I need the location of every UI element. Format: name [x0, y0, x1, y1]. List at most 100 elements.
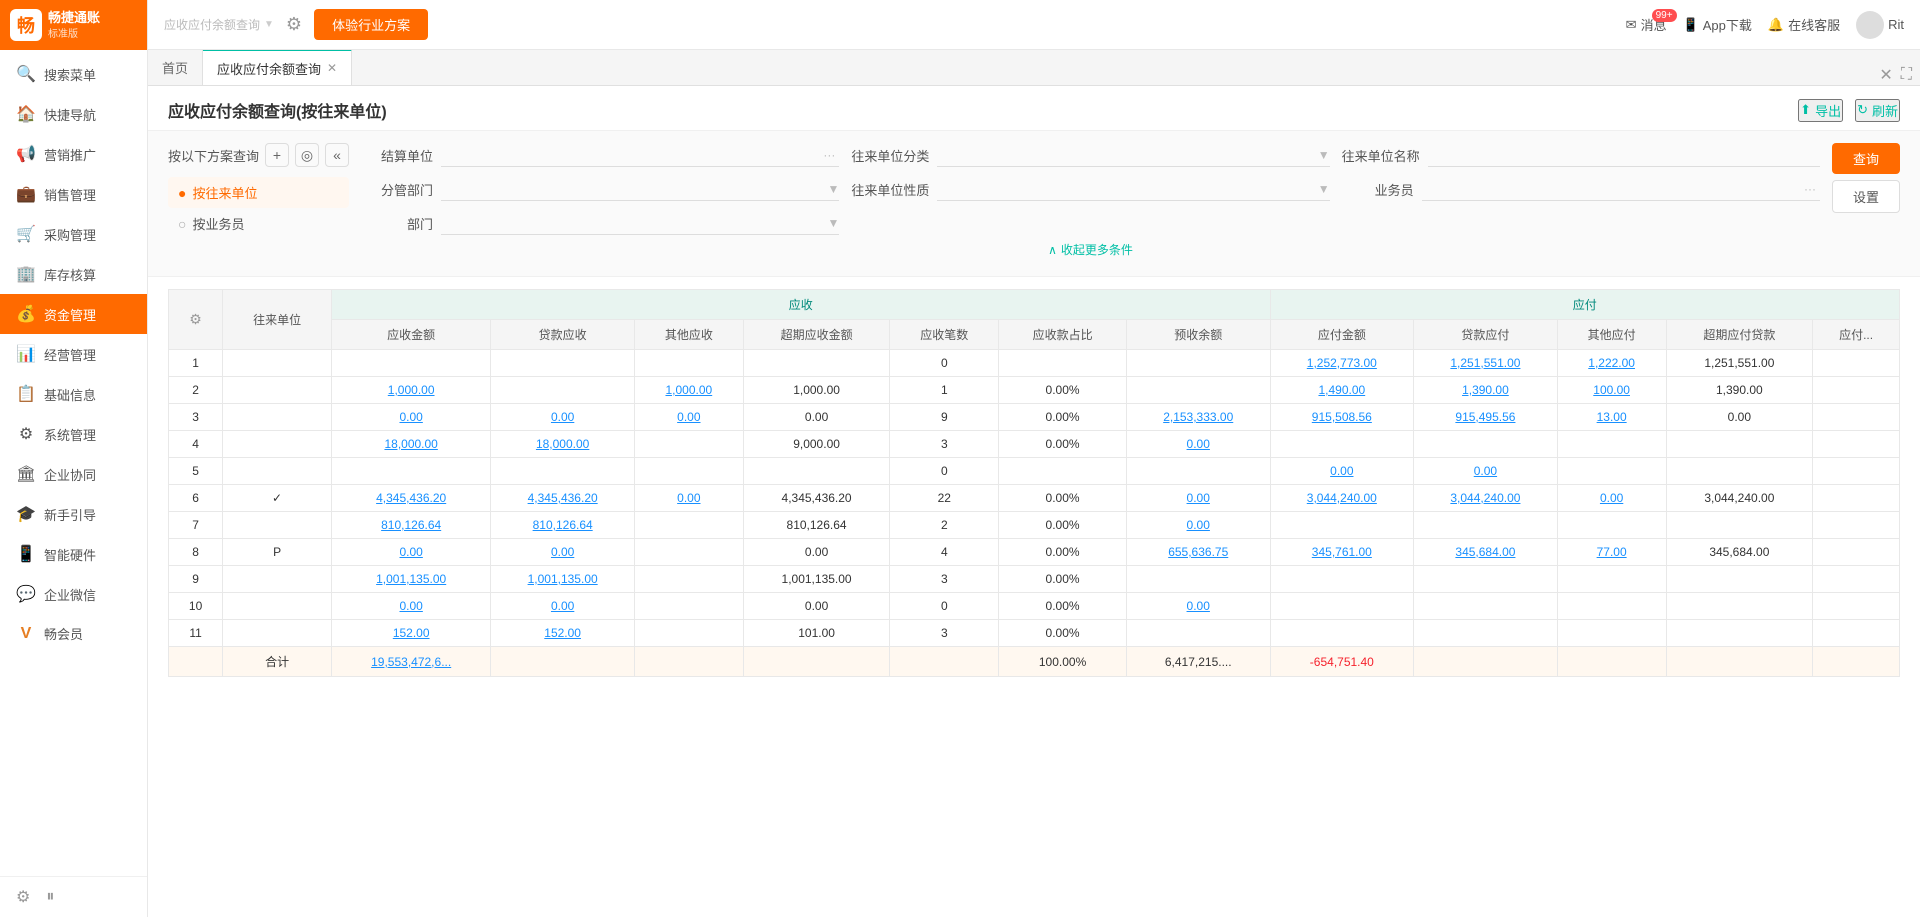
sidebar-item-quick-nav[interactable]: 🏠 快捷导航 — [0, 94, 147, 134]
dept-manager-input[interactable] — [441, 177, 827, 200]
cell-ar_other[interactable]: 0.00 — [634, 485, 743, 512]
settlement-unit-input[interactable] — [441, 143, 819, 166]
cell-ar_count: 1 — [890, 377, 999, 404]
cell-ar_amount[interactable]: 0.00 — [331, 404, 490, 431]
cell-prepay[interactable]: 2,153,333.00 — [1126, 404, 1270, 431]
settlement-unit-ellipsis[interactable]: ··· — [819, 148, 839, 162]
nav-by-unit[interactable]: ● 按往来单位 — [168, 177, 349, 208]
unit-nature-arrow[interactable]: ▼ — [1318, 182, 1330, 196]
cell-prepay[interactable]: 655,636.75 — [1126, 539, 1270, 566]
cell-ar_other[interactable]: 0.00 — [634, 404, 743, 431]
user-avatar-area[interactable]: Rit — [1856, 11, 1904, 39]
tab-home[interactable]: 首页 — [148, 49, 203, 85]
setting-button[interactable]: 设置 — [1832, 180, 1900, 213]
tab-close-icon[interactable]: ✕ — [327, 61, 337, 75]
dept-arrow[interactable]: ▼ — [827, 216, 839, 230]
cell-ap_more — [1813, 377, 1900, 404]
total-ar-amount[interactable]: 19,553,472,6... — [331, 647, 490, 677]
cell-ap_other[interactable]: 1,222.00 — [1557, 350, 1666, 377]
cell-ar_loan[interactable]: 18,000.00 — [491, 431, 635, 458]
sidebar-collapse-icon[interactable]: ⏸ — [46, 888, 54, 906]
cell-ap_amount[interactable]: 345,761.00 — [1270, 539, 1414, 566]
cell-ap_amount[interactable]: 3,044,240.00 — [1270, 485, 1414, 512]
cell-ap_amount[interactable]: 915,508.56 — [1270, 404, 1414, 431]
cell-prepay[interactable]: 0.00 — [1126, 512, 1270, 539]
cell-ar_amount[interactable]: 1,001,135.00 — [331, 566, 490, 593]
sidebar-item-inventory[interactable]: 🏢 库存核算 — [0, 254, 147, 294]
sidebar-item-operations[interactable]: 📊 经营管理 — [0, 334, 147, 374]
salesperson-input[interactable] — [1422, 177, 1800, 200]
add-scheme-btn[interactable]: + — [265, 143, 289, 167]
trial-button[interactable]: 体验行业方案 — [314, 9, 428, 40]
nav-by-staff[interactable]: ○ 按业务员 — [168, 208, 349, 239]
online-service-button[interactable]: 🔔 在线客服 — [1768, 15, 1840, 34]
cell-ap_other[interactable]: 77.00 — [1557, 539, 1666, 566]
messages-button[interactable]: ✉ 消息 99+ — [1626, 15, 1667, 34]
unit-name-input[interactable] — [1428, 143, 1820, 166]
app-download-button[interactable]: 📱 App下载 — [1683, 15, 1752, 34]
cell-ar_other[interactable]: 1,000.00 — [634, 377, 743, 404]
cell-ap_other[interactable]: 0.00 — [1557, 485, 1666, 512]
tab-expand-icon[interactable]: ⛶ — [1901, 66, 1912, 84]
cell-ar_amount[interactable]: 1,000.00 — [331, 377, 490, 404]
sidebar-item-sales[interactable]: 💼 销售管理 — [0, 174, 147, 214]
cell-ar_amount[interactable]: 18,000.00 — [331, 431, 490, 458]
cell-ap_other[interactable]: 13.00 — [1557, 404, 1666, 431]
cell-ap_amount[interactable]: 1,252,773.00 — [1270, 350, 1414, 377]
query-button[interactable]: 查询 — [1832, 143, 1900, 174]
cell-ar_amount[interactable]: 810,126.64 — [331, 512, 490, 539]
tab-close-all-icon[interactable]: ✕ — [1879, 65, 1892, 85]
scheme-collapse-btn[interactable]: « — [325, 143, 349, 167]
refresh-button[interactable]: ↻ 刷新 — [1855, 99, 1900, 122]
cell-ar_amount[interactable]: 0.00 — [331, 593, 490, 620]
salesperson-ellipsis[interactable]: ··· — [1800, 182, 1820, 196]
cell-ap_other[interactable]: 100.00 — [1557, 377, 1666, 404]
sidebar-item-smart-hw[interactable]: 📱 智能硬件 — [0, 534, 147, 574]
cell-ap_loan[interactable]: 0.00 — [1414, 458, 1558, 485]
cell-ar_loan[interactable]: 810,126.64 — [491, 512, 635, 539]
cell-ar_amount[interactable]: 152.00 — [331, 620, 490, 647]
sidebar-item-enterprise[interactable]: 🏛 企业协同 — [0, 454, 147, 494]
sidebar-item-purchase[interactable]: 🛒 采购管理 — [0, 214, 147, 254]
cell-prepay[interactable]: 0.00 — [1126, 485, 1270, 512]
cell-ar_loan[interactable]: 152.00 — [491, 620, 635, 647]
sidebar-item-system[interactable]: ⚙ 系统管理 — [0, 414, 147, 454]
cell-ar_loan[interactable]: 0.00 — [491, 593, 635, 620]
dept-input[interactable] — [441, 211, 827, 234]
cell-ar_loan[interactable]: 0.00 — [491, 404, 635, 431]
sidebar-item-basic-info[interactable]: 📋 基础信息 — [0, 374, 147, 414]
cell-unit — [223, 377, 332, 404]
tab-ar-ap[interactable]: 应收应付余额查询 ✕ — [203, 49, 352, 85]
cell-ar_amount[interactable]: 4,345,436.20 — [331, 485, 490, 512]
cell-ap_loan[interactable]: 1,251,551.00 — [1414, 350, 1558, 377]
collapse-row[interactable]: ∧ 收起更多条件 — [361, 235, 1820, 264]
cell-ap_loan[interactable]: 345,684.00 — [1414, 539, 1558, 566]
th-settings[interactable]: ⚙ — [169, 290, 223, 350]
cell-ar_loan[interactable]: 1,001,135.00 — [491, 566, 635, 593]
table-settings-icon[interactable]: ⚙ — [189, 311, 202, 327]
sidebar-item-wechat[interactable]: 💬 企业微信 — [0, 574, 147, 614]
cell-ap_amount[interactable]: 0.00 — [1270, 458, 1414, 485]
export-button[interactable]: ⬆ 导出 — [1798, 99, 1843, 122]
unit-category-input[interactable] — [937, 143, 1317, 166]
cell-ar_loan[interactable]: 0.00 — [491, 539, 635, 566]
sidebar-item-search-menu[interactable]: 🔍 搜索菜单 — [0, 54, 147, 94]
cell-ap_amount[interactable]: 1,490.00 — [1270, 377, 1414, 404]
scheme-settings-btn[interactable]: ◎ — [295, 143, 319, 167]
unit-category-arrow[interactable]: ▼ — [1318, 148, 1330, 162]
sidebar-item-marketing[interactable]: 📢 营销推广 — [0, 134, 147, 174]
cell-ap_loan[interactable]: 3,044,240.00 — [1414, 485, 1558, 512]
dept-manager-arrow[interactable]: ▼ — [827, 182, 839, 196]
cell-ar_amount[interactable]: 0.00 — [331, 539, 490, 566]
cell-ar_loan[interactable]: 4,345,436.20 — [491, 485, 635, 512]
sidebar-item-vip[interactable]: V 畅会员 — [0, 614, 147, 653]
sidebar-settings-icon[interactable]: ⚙ — [16, 887, 30, 907]
cell-prepay[interactable]: 0.00 — [1126, 593, 1270, 620]
cell-ap_loan[interactable]: 915,495.56 — [1414, 404, 1558, 431]
cell-prepay[interactable]: 0.00 — [1126, 431, 1270, 458]
cell-ap_loan[interactable]: 1,390.00 — [1414, 377, 1558, 404]
sidebar-item-finance[interactable]: 💰 资金管理 — [0, 294, 147, 334]
unit-nature-input[interactable] — [937, 177, 1317, 200]
sidebar-item-guide[interactable]: 🎓 新手引导 — [0, 494, 147, 534]
header-settings-icon[interactable]: ⚙ — [286, 14, 302, 35]
